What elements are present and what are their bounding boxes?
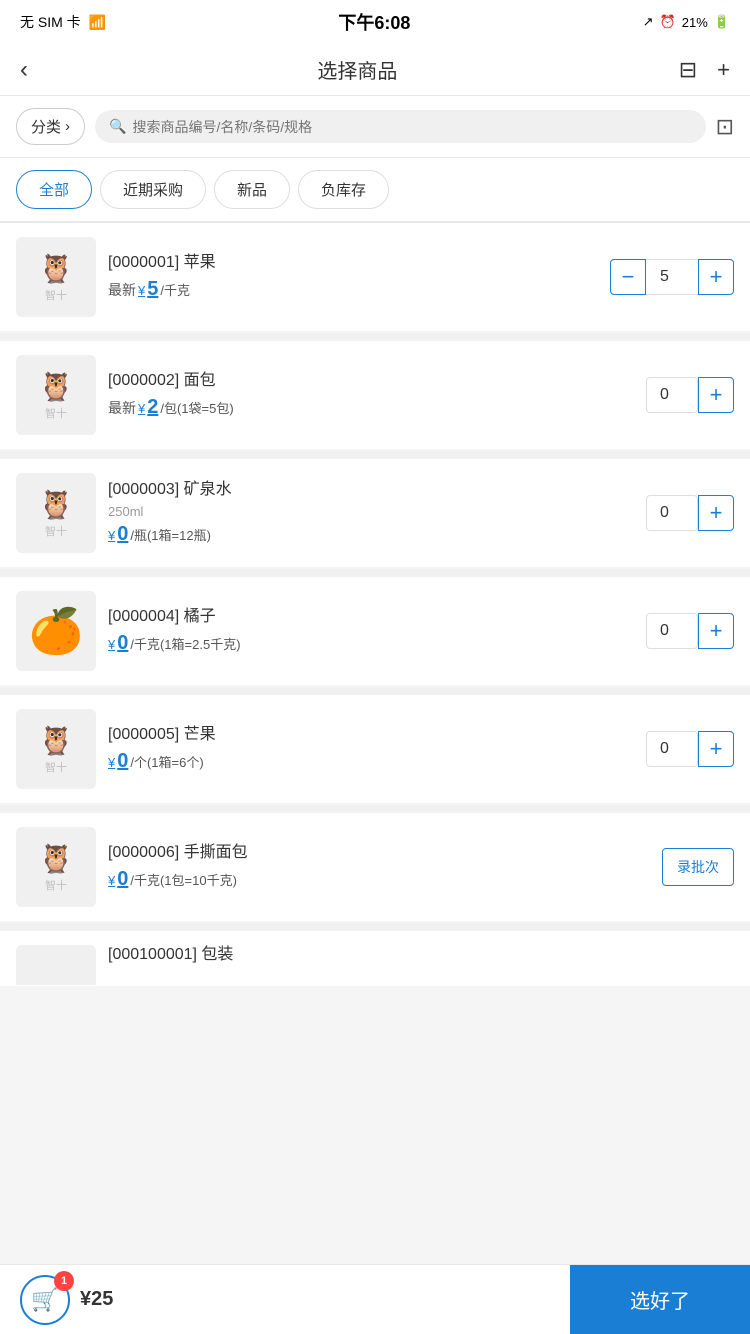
quantity-control-0000003: + [646,495,734,531]
bottom-bar: 🛒 1 ¥25 选好了 [0,1264,750,1334]
battery-level: 21% [682,15,708,30]
product-image-0000002: 🦉 智十 [16,355,96,435]
cart-icon: 🛒 [31,1287,58,1313]
product-price: ¥ 0 /瓶(1箱=12瓶) [108,523,634,546]
location-icon: ↗ [643,14,654,30]
quantity-control-0000004: + [646,613,734,649]
product-info-0000005: [0000005] 芒果 ¥ 0 /个(1箱=6个) [108,725,634,773]
tab-recent[interactable]: 近期采购 [100,170,206,209]
product-price: 最新 ¥ 2 /包(1袋=5包) [108,396,634,419]
filter-icon[interactable]: ⊟ [679,57,697,83]
product-info-0000001: [0000001] 苹果 最新 ¥ 5 /千克 [108,253,598,301]
wifi-icon: 📶 [89,14,106,31]
cart-total: ¥25 [80,1288,113,1311]
quantity-input[interactable] [646,377,698,413]
table-row: 🦉 智十 [0000005] 芒果 ¥ 0 /个(1箱=6个) + [0,695,750,803]
tab-negative[interactable]: 负库存 [298,170,389,209]
product-name: [0000004] 橘子 [108,607,634,628]
product-spec: 250ml [108,504,634,519]
product-name: [0000006] 手撕面包 [108,843,650,864]
product-image-0000001: 🦉 智十 [16,237,96,317]
back-button[interactable]: ‹ [12,48,36,92]
product-list: 🦉 智十 [0000001] 苹果 最新 ¥ 5 /千克 − + 🦉 智十 [0,223,750,986]
alarm-icon: ⏰ [660,14,676,30]
table-row: 🦉 智十 [0000006] 手撕面包 ¥ 0 /千克(1包=10千克) 录批次 [0,813,750,921]
product-price: ¥ 0 /千克(1箱=2.5千克) [108,632,634,655]
filter-bar: 分类 › 🔍 ⊡ [0,96,750,158]
cart-badge: 1 [54,1271,74,1291]
record-batch-button[interactable]: 录批次 [662,848,734,886]
product-price: ¥ 0 /个(1箱=6个) [108,750,634,773]
table-row: 🦉 智十 [0000003] 矿泉水 250ml ¥ 0 /瓶(1箱=12瓶) … [0,459,750,567]
product-info-0000003: [0000003] 矿泉水 250ml ¥ 0 /瓶(1箱=12瓶) [108,480,634,547]
search-icon: 🔍 [109,118,126,135]
owl-icon: 🦉 [39,370,74,403]
product-name: [000100001] 包装 [108,945,734,966]
product-image-0000006: 🦉 智十 [16,827,96,907]
quantity-control-0000002: + [646,377,734,413]
quantity-control-0000001: − + [610,259,734,295]
product-image-0000004: 🍊 [16,591,96,671]
owl-icon: 🦉 [39,842,74,875]
table-row: 🍊 [0000004] 橘子 ¥ 0 /千克(1箱=2.5千克) + [0,577,750,685]
quantity-plus-button[interactable]: + [698,377,734,413]
quantity-input[interactable] [646,495,698,531]
scan-icon[interactable]: ⊡ [716,114,734,140]
status-time: 下午6:08 [338,9,410,35]
quantity-plus-button[interactable]: + [698,259,734,295]
quantity-minus-button[interactable]: − [610,259,646,295]
page-title: 选择商品 [317,55,397,84]
category-button[interactable]: 分类 › [16,108,85,145]
cart-icon-wrapper[interactable]: 🛒 1 [20,1275,70,1325]
product-image-0000003: 🦉 智十 [16,473,96,553]
cart-section: 🛒 1 ¥25 [0,1275,570,1325]
quantity-plus-button[interactable]: + [698,495,734,531]
tab-all[interactable]: 全部 [16,170,92,209]
tab-new[interactable]: 新品 [214,170,290,209]
table-row: 🦉 智十 [0000001] 苹果 最新 ¥ 5 /千克 − + [0,223,750,331]
quantity-plus-button[interactable]: + [698,731,734,767]
product-name: [0000003] 矿泉水 [108,480,634,501]
tabs-bar: 全部 近期采购 新品 负库存 [0,158,750,223]
search-input[interactable] [132,119,691,135]
status-bar: 无 SIM 卡 📶 下午6:08 ↗ ⏰ 21% 🔋 [0,0,750,44]
search-bar: 🔍 [95,110,706,143]
quantity-input[interactable] [646,259,698,295]
product-name: [0000002] 面包 [108,371,634,392]
quantity-plus-button[interactable]: + [698,613,734,649]
product-image-0000005: 🦉 智十 [16,709,96,789]
quantity-input[interactable] [646,731,698,767]
product-name: [0000001] 苹果 [108,253,598,274]
product-name: [0000005] 芒果 [108,725,634,746]
confirm-button[interactable]: 选好了 [570,1265,750,1334]
quantity-input[interactable] [646,613,698,649]
table-row: [000100001] 包装 [0,931,750,986]
product-info-0000004: [0000004] 橘子 ¥ 0 /千克(1箱=2.5千克) [108,607,634,655]
product-price: 最新 ¥ 5 /千克 [108,278,598,301]
product-image-partial [16,945,96,985]
status-right: ↗ ⏰ 21% 🔋 [643,14,730,30]
quantity-control-0000005: + [646,731,734,767]
table-row: 🦉 智十 [0000002] 面包 最新 ¥ 2 /包(1袋=5包) + [0,341,750,449]
product-price: ¥ 0 /千克(1包=10千克) [108,868,650,891]
category-label: 分类 [31,116,61,137]
category-chevron: › [65,118,70,135]
battery-icon: 🔋 [714,14,730,30]
owl-icon: 🦉 [39,724,74,757]
add-icon[interactable]: + [717,57,730,83]
product-info-partial: [000100001] 包装 [108,945,734,970]
nav-bar: ‹ 选择商品 ⊟ + [0,44,750,96]
quantity-control-0000006: 录批次 [662,848,734,886]
product-info-0000002: [0000002] 面包 最新 ¥ 2 /包(1袋=5包) [108,371,634,419]
status-carrier: 无 SIM 卡 📶 [20,12,106,32]
owl-icon: 🦉 [39,252,74,285]
nav-actions: ⊟ + [679,57,730,83]
owl-icon: 🦉 [39,488,74,521]
product-info-0000006: [0000006] 手撕面包 ¥ 0 /千克(1包=10千克) [108,843,650,891]
